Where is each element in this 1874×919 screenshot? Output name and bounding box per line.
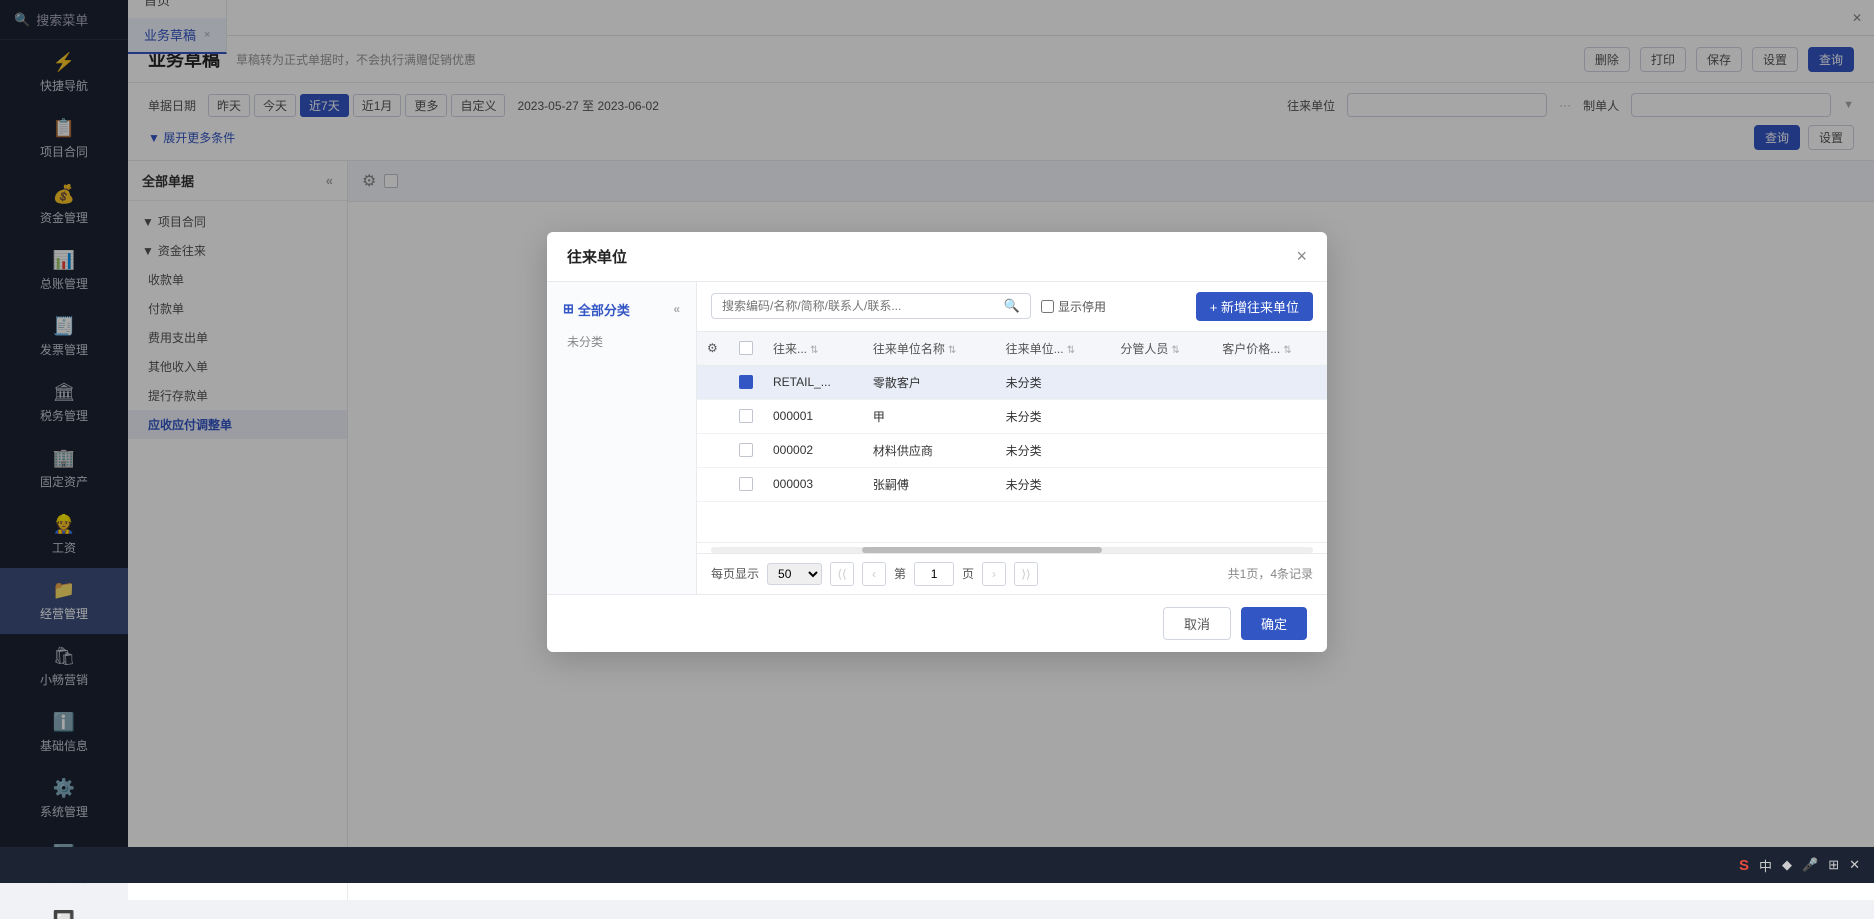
page-end-word: 页: [962, 565, 974, 582]
row-manager: [1110, 433, 1212, 467]
col-checkbox: [729, 332, 763, 366]
col-code[interactable]: 往来...⇅: [763, 332, 863, 366]
col-category[interactable]: 往来单位...⇅: [996, 332, 1111, 366]
category-collapse-icon[interactable]: «: [673, 302, 680, 316]
row-price-level: [1212, 433, 1327, 467]
total-info: 共1页，4条记录: [1228, 565, 1313, 582]
table-row[interactable]: 000001 甲 未分类: [697, 399, 1327, 433]
dialog-unclassified-item[interactable]: 未分类: [547, 327, 696, 356]
row-category: 未分类: [996, 399, 1111, 433]
taskbar-diamond[interactable]: ◆: [1782, 857, 1792, 873]
col-price-level[interactable]: 客户价格...⇅: [1212, 332, 1327, 366]
dialog-title: 往来单位: [567, 246, 627, 267]
table-row[interactable]: RETAIL_... 零散客户 未分类: [697, 365, 1327, 399]
row-name: 甲: [863, 399, 996, 433]
table-row[interactable]: 000003 张嗣傅 未分类: [697, 467, 1327, 501]
dialog-pagination: 每页显示 50 100 ⟨⟨ ‹ 第 页 › ⟩⟩ 共1页，4条记录: [697, 553, 1327, 594]
row-checkbox[interactable]: [729, 433, 763, 467]
dialog-left-panel: ⊞ 全部分类 « 未分类: [547, 282, 697, 594]
partner-search-input[interactable]: [722, 299, 998, 313]
category-all-label: 全部分类: [578, 300, 630, 319]
dialog-body: ⊞ 全部分类 « 未分类 🔍 显示停用 + 新增往来单位: [547, 282, 1327, 594]
row-category: 未分类: [996, 365, 1111, 399]
table-header-row: ⚙ 往来...⇅ 往来单位名称⇅ 往来单位...⇅ 分管人员⇅ 客户价格...⇅: [697, 332, 1327, 366]
row-code: 000003: [763, 467, 863, 501]
partner-dialog: 往来单位 × ⊞ 全部分类 « 未分类 🔍 显示停用: [547, 232, 1327, 652]
page-number-input[interactable]: [914, 562, 954, 586]
row-name: 张嗣傅: [863, 467, 996, 501]
show-disabled-toggle[interactable]: 显示停用: [1041, 298, 1106, 315]
row-checkbox[interactable]: [729, 399, 763, 433]
last-page-btn[interactable]: ⟩⟩: [1014, 562, 1038, 586]
dialog-table: ⚙ 往来...⇅ 往来单位名称⇅ 往来单位...⇅ 分管人员⇅ 客户价格...⇅…: [697, 332, 1327, 542]
next-page-btn[interactable]: ›: [982, 562, 1006, 586]
row-manager: [1110, 365, 1212, 399]
partner-table: ⚙ 往来...⇅ 往来单位名称⇅ 往来单位...⇅ 分管人员⇅ 客户价格...⇅…: [697, 332, 1327, 502]
taskbar-grid[interactable]: ⊞: [1828, 857, 1839, 873]
prev-page-btn[interactable]: ‹: [862, 562, 886, 586]
category-grid-icon: ⊞: [563, 301, 574, 317]
row-category: 未分类: [996, 433, 1111, 467]
taskbar: S 中 ◆ 🎤 ⊞ ✕: [0, 847, 1874, 883]
add-partner-button[interactable]: + 新增往来单位: [1196, 292, 1313, 321]
row-manager: [1110, 467, 1212, 501]
first-page-btn[interactable]: ⟨⟨: [830, 562, 854, 586]
taskbar-lang[interactable]: 中: [1759, 856, 1772, 875]
row-settings: [697, 467, 729, 501]
row-price-level: [1212, 467, 1327, 501]
row-category: 未分类: [996, 467, 1111, 501]
confirm-button[interactable]: 确定: [1241, 607, 1307, 640]
dialog-scrollbar-area: [697, 542, 1327, 553]
row-settings: [697, 433, 729, 467]
dialog-right-panel: 🔍 显示停用 + 新增往来单位 ⚙ 往来...⇅ 往来单位名称⇅: [697, 282, 1327, 594]
search-icon: 🔍: [1004, 298, 1020, 314]
dialog-header: 往来单位 ×: [547, 232, 1327, 282]
taskbar-s: S: [1739, 857, 1749, 874]
dialog-category-all[interactable]: ⊞ 全部分类 «: [547, 292, 696, 327]
page-word: 第: [894, 565, 906, 582]
show-disabled-label: 显示停用: [1058, 298, 1106, 315]
cancel-button[interactable]: 取消: [1163, 607, 1231, 640]
row-checkbox[interactable]: [729, 365, 763, 399]
row-price-level: [1212, 365, 1327, 399]
taskbar-close[interactable]: ✕: [1849, 857, 1860, 873]
dialog-toolbar: 🔍 显示停用 + 新增往来单位: [697, 282, 1327, 332]
row-settings: [697, 365, 729, 399]
row-code: 000001: [763, 399, 863, 433]
show-disabled-checkbox[interactable]: [1041, 300, 1054, 313]
row-name: 零散客户: [863, 365, 996, 399]
row-settings: [697, 399, 729, 433]
row-checkbox[interactable]: [729, 467, 763, 501]
partner-search-box[interactable]: 🔍: [711, 293, 1031, 319]
row-manager: [1110, 399, 1212, 433]
table-row[interactable]: 000002 材料供应商 未分类: [697, 433, 1327, 467]
per-page-label: 每页显示: [711, 565, 759, 582]
row-code: 000002: [763, 433, 863, 467]
row-name: 材料供应商: [863, 433, 996, 467]
col-manager[interactable]: 分管人员⇅: [1110, 332, 1212, 366]
row-price-level: [1212, 399, 1327, 433]
col-settings: ⚙: [697, 332, 729, 366]
unclassified-label: 未分类: [567, 335, 603, 349]
taskbar-mic[interactable]: 🎤: [1802, 857, 1818, 873]
row-code: RETAIL_...: [763, 365, 863, 399]
dialog-footer: 取消 确定: [547, 594, 1327, 652]
per-page-select[interactable]: 50 100: [767, 563, 822, 585]
dialog-close-button[interactable]: ×: [1296, 247, 1307, 265]
col-name[interactable]: 往来单位名称⇅: [863, 332, 996, 366]
